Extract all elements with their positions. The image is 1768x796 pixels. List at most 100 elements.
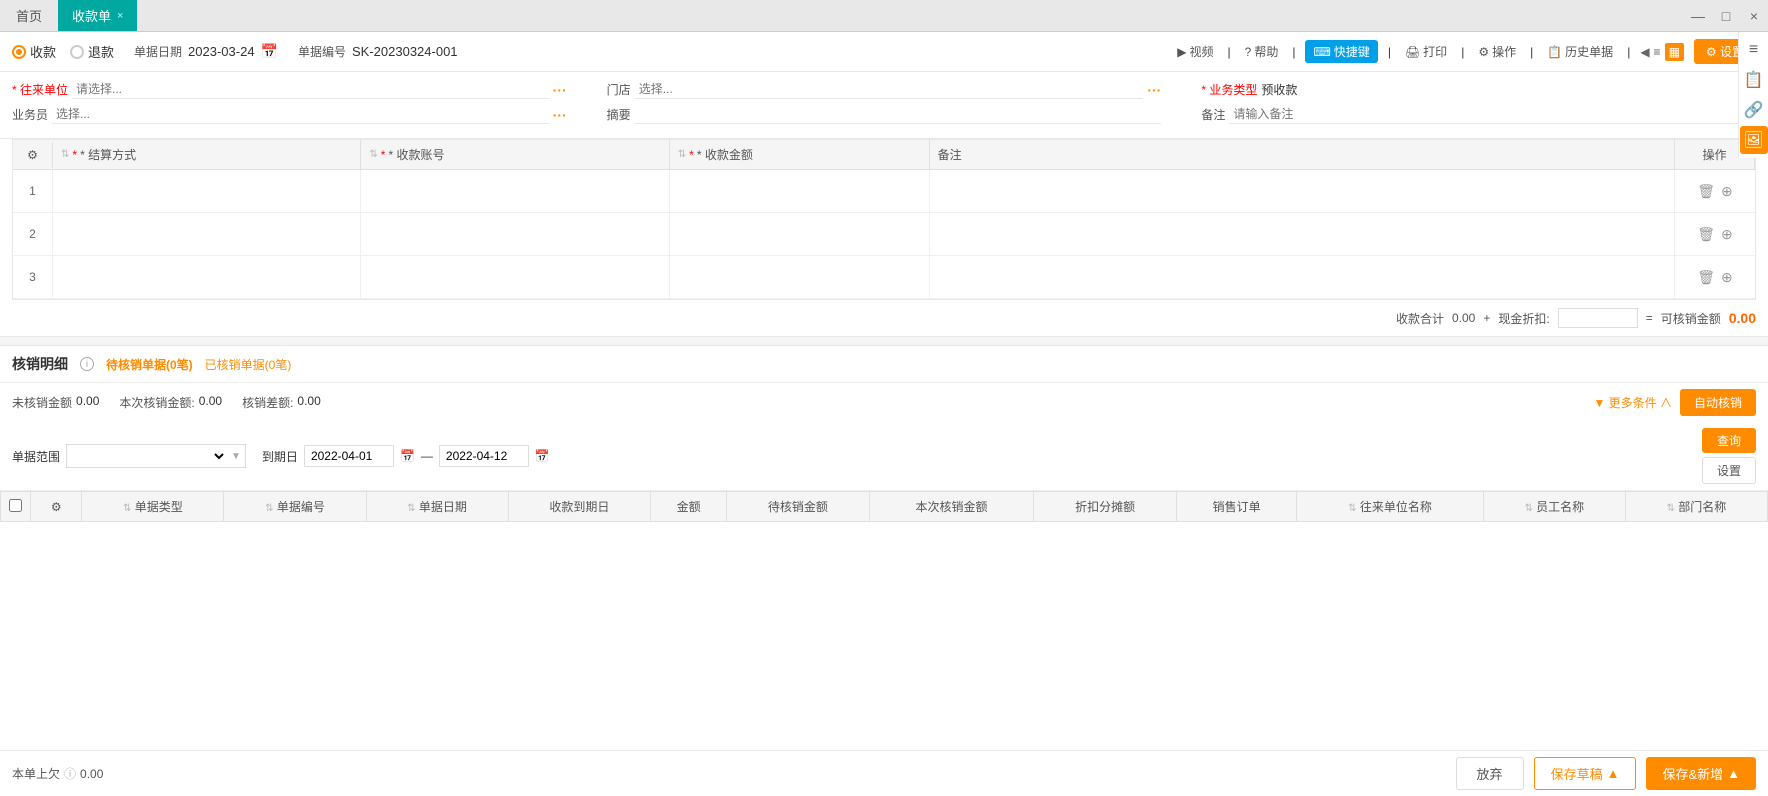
store-input[interactable] [635,80,1144,99]
tab-close-icon[interactable]: × [117,10,123,22]
divider3: | [1388,45,1391,59]
row-1-copy-icon[interactable]: ⊕ [1721,183,1733,200]
calendar-icon[interactable]: 📅 [261,43,278,60]
sidebar-screen-icon[interactable]: 🖼 [1740,126,1768,154]
row-3-num: 3 [13,256,53,298]
settings2-icon: ⚙ [51,500,62,514]
row-2-delete-icon[interactable]: 🗑 [1697,226,1715,243]
nav-prev-icon[interactable]: ◀ [1640,45,1649,59]
available-label: 可核销金额 [1661,310,1721,327]
date-to-input[interactable] [439,445,529,467]
radio-refund-dot[interactable] [70,45,84,59]
footer-info: 本单上欠 ⓘ 0.00 [12,765,103,782]
business-type-label: * 业务类型 [1201,81,1257,98]
doc-num-label: 单据编号 [298,43,346,60]
writeoff-stats: 未核销金额 0.00 本次核销金额: 0.00 核销差额: 0.00 ▼ 更多条… [0,383,1768,422]
row-2-num: 2 [13,213,53,255]
shortcut-label: 快捷键 [1334,43,1370,60]
summary-input[interactable] [635,105,1162,124]
main-content: 收款 退款 单据日期 2023-03-24 📅 单据编号 SK-20230324… [0,32,1768,796]
window-maximize-btn[interactable]: □ [1712,0,1740,32]
row-1-account[interactable] [361,170,669,212]
bottom-count-value: 0.00 [80,767,103,781]
form-area: * 往来单位 ··· 门店 ··· * 业务类型 预收款 ▼ 业务员 [0,72,1768,139]
history-btn[interactable]: 📋 历史单据 [1543,41,1617,62]
remark-input[interactable] [1229,105,1756,124]
row-1-remark[interactable] [930,170,1675,212]
sidebar-doc-icon[interactable]: 📋 [1740,66,1768,94]
doc-range-label: 单据范围 [12,448,60,465]
pending-tab[interactable]: 待核销单据(0笔) [106,356,193,373]
writeoff-info-icon[interactable]: i [80,357,94,371]
print-label: 打印 [1423,43,1447,60]
select-all-checkbox[interactable] [9,499,22,512]
nav-list-icon[interactable]: ≡ [1654,45,1661,59]
row-2-settle[interactable] [53,213,361,255]
row-3-remark[interactable] [930,256,1675,298]
doc-range-select[interactable] [67,445,227,467]
th-settings[interactable]: ⚙ [13,142,53,168]
shortcut-btn[interactable]: ⌨ 快捷键 [1305,40,1377,63]
row-3-settle[interactable] [53,256,361,298]
save-new-btn[interactable]: 保存&新增 ▲ [1646,757,1756,790]
save-draft-btn[interactable]: 保存草稿 ▲ [1534,757,1637,790]
cal-from-icon[interactable]: 📅 [400,449,415,463]
table-header: ⚙ ⇅ * * 结算方式 ⇅ * * 收款账号 ⇅ * * 收款金额 备注 操作 [13,140,1755,170]
th-settings-2[interactable]: ⚙ [31,492,82,522]
staff-input[interactable] [52,105,549,124]
counterpart-input[interactable] [72,80,549,99]
print-btn[interactable]: 🖨 打印 [1401,41,1451,62]
filter-settings-btn[interactable]: 设置 [1702,457,1756,484]
writeoff-section: 核销明细 i 待核销单据(0笔) 已核销单据(0笔) 未核销金额 0.00 本次… [0,346,1768,750]
business-type-value: 预收款 [1261,81,1297,98]
discard-btn[interactable]: 放弃 [1456,757,1524,790]
right-sidebar: ≡ 📋 🔗 🖼 [1738,32,1768,158]
total-value: 0.00 [1452,311,1475,325]
radio-receipt-dot[interactable] [12,45,26,59]
row-2-copy-icon[interactable]: ⊕ [1721,226,1733,243]
doc-num-field: 单据编号 SK-20230324-001 [298,43,458,60]
row-1-amount[interactable] [670,170,930,212]
row-3-copy-icon[interactable]: ⊕ [1721,269,1733,286]
help-btn[interactable]: ? 帮助 [1241,41,1283,62]
tab-home[interactable]: 首页 [0,6,58,25]
row-1-settle[interactable] [53,170,361,212]
store-ellipsis[interactable]: ··· [1147,82,1161,98]
row-3-actions: 🗑 ⊕ [1675,269,1755,286]
done-tab[interactable]: 已核销单据(0笔) [205,356,292,373]
nav-grid-icon[interactable]: ▦ [1665,43,1684,61]
th-sales-order: 销售订单 [1176,492,1296,522]
row-3-account[interactable] [361,256,669,298]
row-1-delete-icon[interactable]: 🗑 [1697,183,1715,200]
tab-receipt[interactable]: 收款单 × [58,0,137,31]
bottom-count-info-icon[interactable]: ⓘ [64,765,76,782]
video-btn[interactable]: ▶ 视频 [1173,41,1217,62]
window-close-btn[interactable]: × [1740,0,1768,32]
sidebar-link-icon[interactable]: 🔗 [1740,96,1768,124]
counterpart-ellipsis[interactable]: ··· [553,82,567,98]
row-2-actions: 🗑 ⊕ [1675,226,1755,243]
row-2-amount[interactable] [670,213,930,255]
radio-receipt-label[interactable]: 收款 [12,42,56,61]
cal-to-icon[interactable]: 📅 [535,449,550,463]
unverified-value: 0.00 [76,394,99,411]
th-amount: ⇅ * * 收款金额 [670,140,930,169]
row-3-amount[interactable] [670,256,930,298]
due-date-range: 到期日 📅 — 📅 [262,445,550,467]
staff-ellipsis[interactable]: ··· [553,107,567,123]
row-3-delete-icon[interactable]: 🗑 [1697,269,1715,286]
discount-input[interactable] [1558,308,1638,328]
equals-sign: = [1646,311,1653,325]
radio-refund-label[interactable]: 退款 [70,42,114,61]
more-conditions-btn[interactable]: ▼ 更多条件 ∧ [1593,394,1672,411]
sidebar-list-icon[interactable]: ≡ [1740,36,1768,64]
divider5: | [1530,45,1533,59]
auto-writeoff-btn[interactable]: 自动核销 [1680,389,1756,416]
date-from-input[interactable] [304,445,394,467]
window-minimize-btn[interactable]: — [1684,0,1712,32]
select-arrow-icon: ▼ [227,451,245,462]
actions-btn[interactable]: ⚙ 操作 [1474,41,1520,62]
row-2-remark[interactable] [930,213,1675,255]
query-btn[interactable]: 查询 [1702,428,1756,453]
row-2-account[interactable] [361,213,669,255]
